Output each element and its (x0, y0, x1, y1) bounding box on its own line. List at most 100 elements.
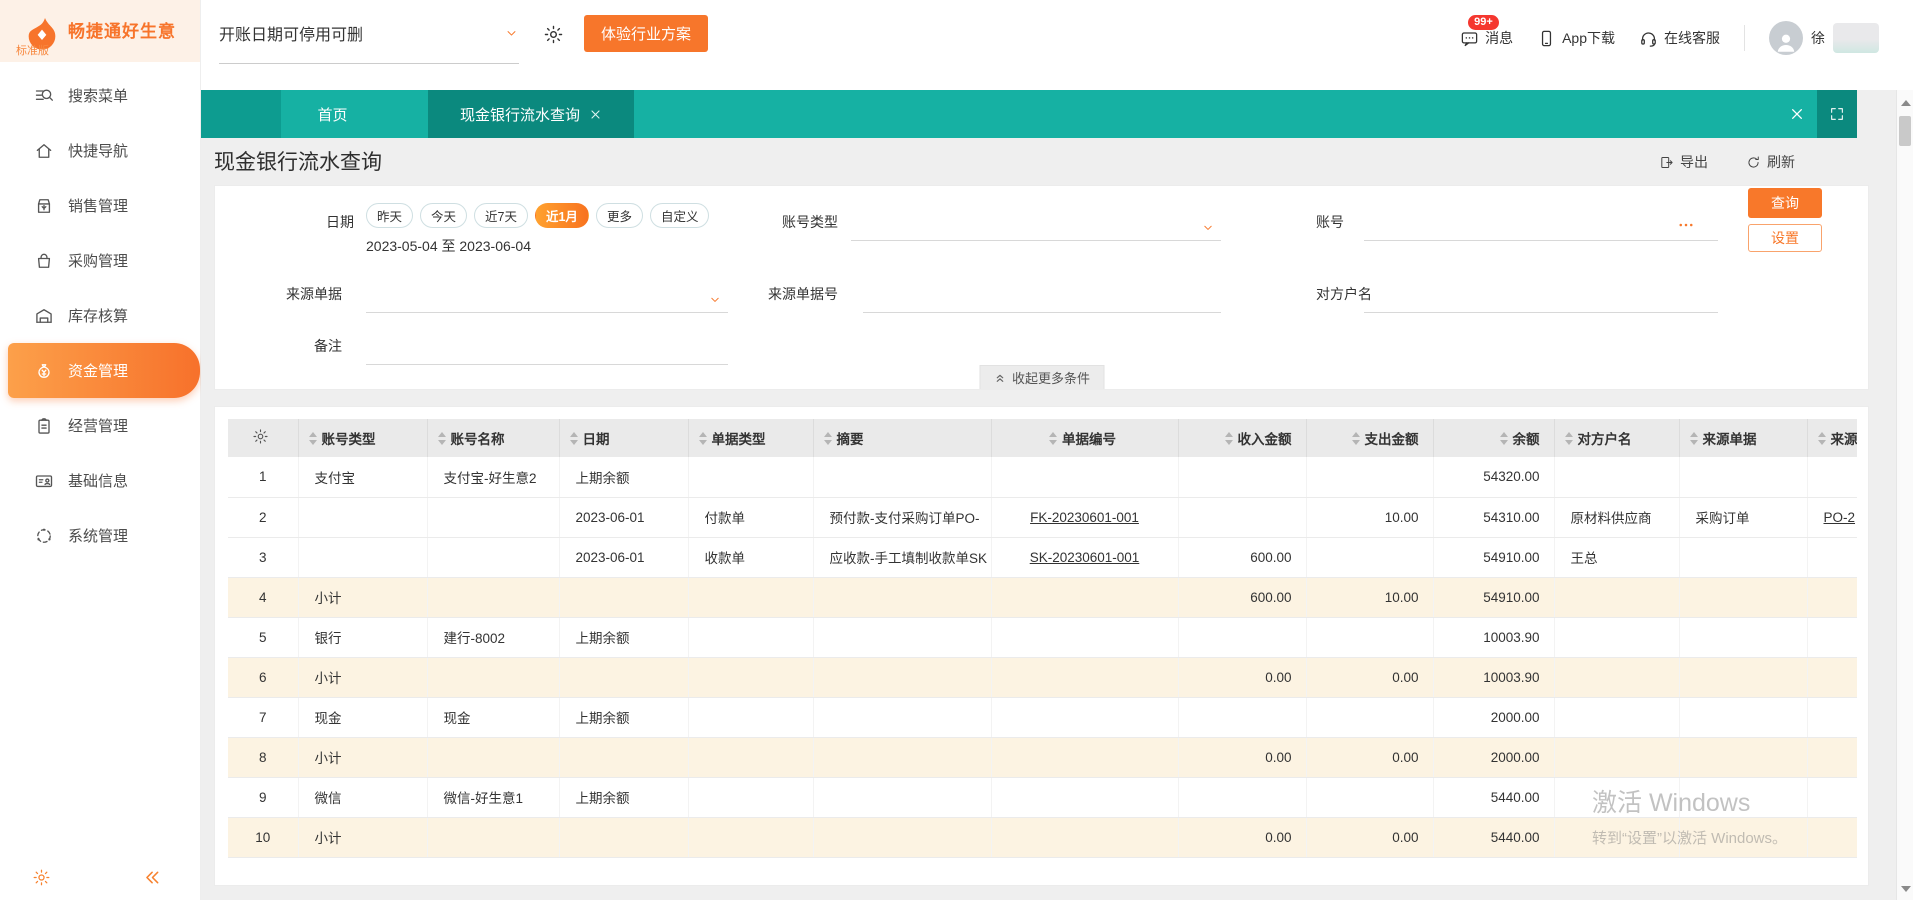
column-header[interactable]: 单据类型 (688, 419, 814, 457)
table-cell (991, 697, 1179, 738)
table-cell (991, 577, 1179, 618)
trial-plan-button[interactable]: 体验行业方案 (584, 15, 709, 52)
date-pill[interactable]: 近7天 (474, 203, 528, 228)
query-button[interactable]: 查询 (1748, 188, 1822, 218)
table-cell: 上期余额 (559, 697, 689, 738)
tab-home[interactable]: 首页 (281, 90, 384, 138)
table-cell (813, 777, 992, 818)
source-doc-select[interactable] (366, 287, 728, 313)
date-pill[interactable]: 今天 (420, 203, 468, 228)
sidebar-item-business[interactable]: 经营管理 (0, 398, 200, 453)
refresh-button[interactable]: 刷新 (1746, 152, 1795, 172)
table-cell: 应收款-手工填制收款单SK (813, 537, 992, 578)
column-header[interactable]: 来源单据号 (1807, 419, 1857, 457)
sidebar-item-inventory[interactable]: 库存核算 (0, 288, 200, 343)
date-range-value[interactable]: 2023-05-04 至 2023-06-04 (366, 236, 531, 256)
date-pill[interactable]: 自定义 (649, 203, 710, 228)
sidebar-collapse-icon[interactable] (143, 868, 162, 887)
table-cell: 10 (228, 817, 299, 858)
table-cell (1807, 817, 1857, 858)
document-link[interactable]: PO-2 (1824, 510, 1856, 525)
fullscreen-icon (1829, 106, 1845, 122)
document-link[interactable]: FK-20230601-001 (1030, 510, 1139, 525)
settings-button[interactable]: 设置 (1748, 224, 1822, 252)
ellipsis-more-icon[interactable] (1677, 216, 1695, 234)
table-row: 3 2023-06-01 收款单 应收款-手工填制收款单SK SK-20230601-0… (228, 537, 1857, 578)
column-header[interactable]: 日期 (559, 419, 689, 457)
table-cell: 支付宝-好生意2 (427, 457, 560, 498)
sidebar-item-search-menu[interactable]: 搜索菜单 (0, 68, 200, 123)
column-header[interactable]: 收入金额 (1178, 419, 1307, 457)
counterparty-input[interactable] (1364, 287, 1718, 313)
export-button[interactable]: 导出 (1659, 152, 1708, 172)
sidebar-item-label: 销售管理 (68, 198, 129, 215)
tab-close-icon[interactable] (589, 108, 602, 121)
date-pill[interactable]: 近1月 (534, 203, 589, 228)
mobile-phone-icon (1537, 29, 1556, 48)
date-pill[interactable]: 更多 (595, 203, 643, 228)
column-header[interactable]: 单据编号 (991, 419, 1179, 457)
sidebar-nav: 搜索菜单 快捷导航销售管理采购管理 库存核算 资金管理 经营管理 基础信息 系统管理 (0, 62, 200, 563)
scrollbar-thumb[interactable] (1899, 116, 1911, 146)
table-cell: 小计 (298, 577, 428, 618)
brand-edition: 标准版 (16, 45, 49, 57)
scroll-down-arrow[interactable] (1901, 886, 1911, 892)
account-input[interactable] (1364, 215, 1718, 241)
tab-cash-bank-flow[interactable]: 现金银行流水查询 (428, 90, 634, 138)
messages-button[interactable]: 消息 99+ (1460, 15, 1513, 48)
table-cell: 小计 (298, 737, 428, 778)
fullscreen-button[interactable] (1817, 90, 1857, 138)
table-cell (1306, 777, 1434, 818)
column-header[interactable]: 摘要 (813, 419, 992, 457)
collapse-more-filters-button[interactable]: 收起更多条件 (978, 365, 1105, 389)
table-cell (1178, 617, 1307, 658)
column-header-label: 来源单据 (1702, 432, 1757, 447)
remark-input[interactable] (366, 339, 728, 365)
table-cell: 微信 (298, 777, 428, 818)
source-doc-no-input[interactable] (863, 287, 1221, 313)
close-all-tabs-button[interactable] (1777, 90, 1817, 138)
table-cell (991, 657, 1179, 698)
account-set-select[interactable]: 开账日期可停用可删 (219, 14, 519, 64)
column-header[interactable]: 账号名称 (427, 419, 560, 457)
table-cell: 上期余额 (559, 617, 689, 658)
sidebar-settings-gear-icon[interactable] (32, 868, 51, 887)
sort-arrows-icon (1049, 431, 1057, 445)
table-cell: 54910.00 (1433, 537, 1555, 578)
sidebar-item-home[interactable]: 快捷导航 (0, 123, 200, 178)
vertical-scrollbar[interactable] (1896, 90, 1913, 900)
column-settings-gear[interactable] (228, 419, 299, 457)
sidebar-item-sales[interactable]: 销售管理 (0, 178, 200, 233)
collapse-more-filters-label: 收起更多条件 (1011, 371, 1091, 386)
online-service-button[interactable]: 在线客服 (1639, 28, 1720, 48)
column-header[interactable]: 账号类型 (298, 419, 428, 457)
table-cell (1178, 697, 1307, 738)
table-cell (559, 737, 689, 778)
sidebar-footer (0, 854, 200, 900)
table-cell (688, 777, 814, 818)
column-header[interactable]: 来源单据 (1679, 419, 1808, 457)
date-pill[interactable]: 昨天 (366, 203, 414, 228)
topbar: 开账日期可停用可删 体验行业方案 消息 99+ App下载 在线客服 徐 (201, 0, 1913, 90)
account-type-select[interactable] (851, 215, 1221, 241)
topbar-gear-icon[interactable] (543, 24, 564, 45)
sidebar-item-purchase[interactable]: 采购管理 (0, 233, 200, 288)
document-link[interactable]: SK-20230601-001 (1030, 550, 1140, 565)
table-cell: 银行 (298, 617, 428, 658)
table-cell (1554, 577, 1680, 618)
table-cell (1679, 697, 1808, 738)
table-cell (688, 817, 814, 858)
table-cell: 小计 (298, 817, 428, 858)
table-cell (1554, 697, 1680, 738)
column-header[interactable]: 余额 (1433, 419, 1555, 457)
sidebar-item-system[interactable]: 系统管理 (0, 508, 200, 563)
column-header[interactable]: 对方户名 (1554, 419, 1680, 457)
column-header[interactable]: 支出金额 (1306, 419, 1434, 457)
sidebar-item-baseinfo[interactable]: 基础信息 (0, 453, 200, 508)
table-cell (1554, 737, 1680, 778)
table-cell: 54310.00 (1433, 497, 1555, 538)
sidebar-item-funds[interactable]: 资金管理 (8, 343, 200, 398)
user-menu[interactable]: 徐 (1769, 21, 1879, 55)
app-download-button[interactable]: App下载 (1537, 28, 1615, 48)
scroll-up-arrow[interactable] (1901, 100, 1911, 106)
